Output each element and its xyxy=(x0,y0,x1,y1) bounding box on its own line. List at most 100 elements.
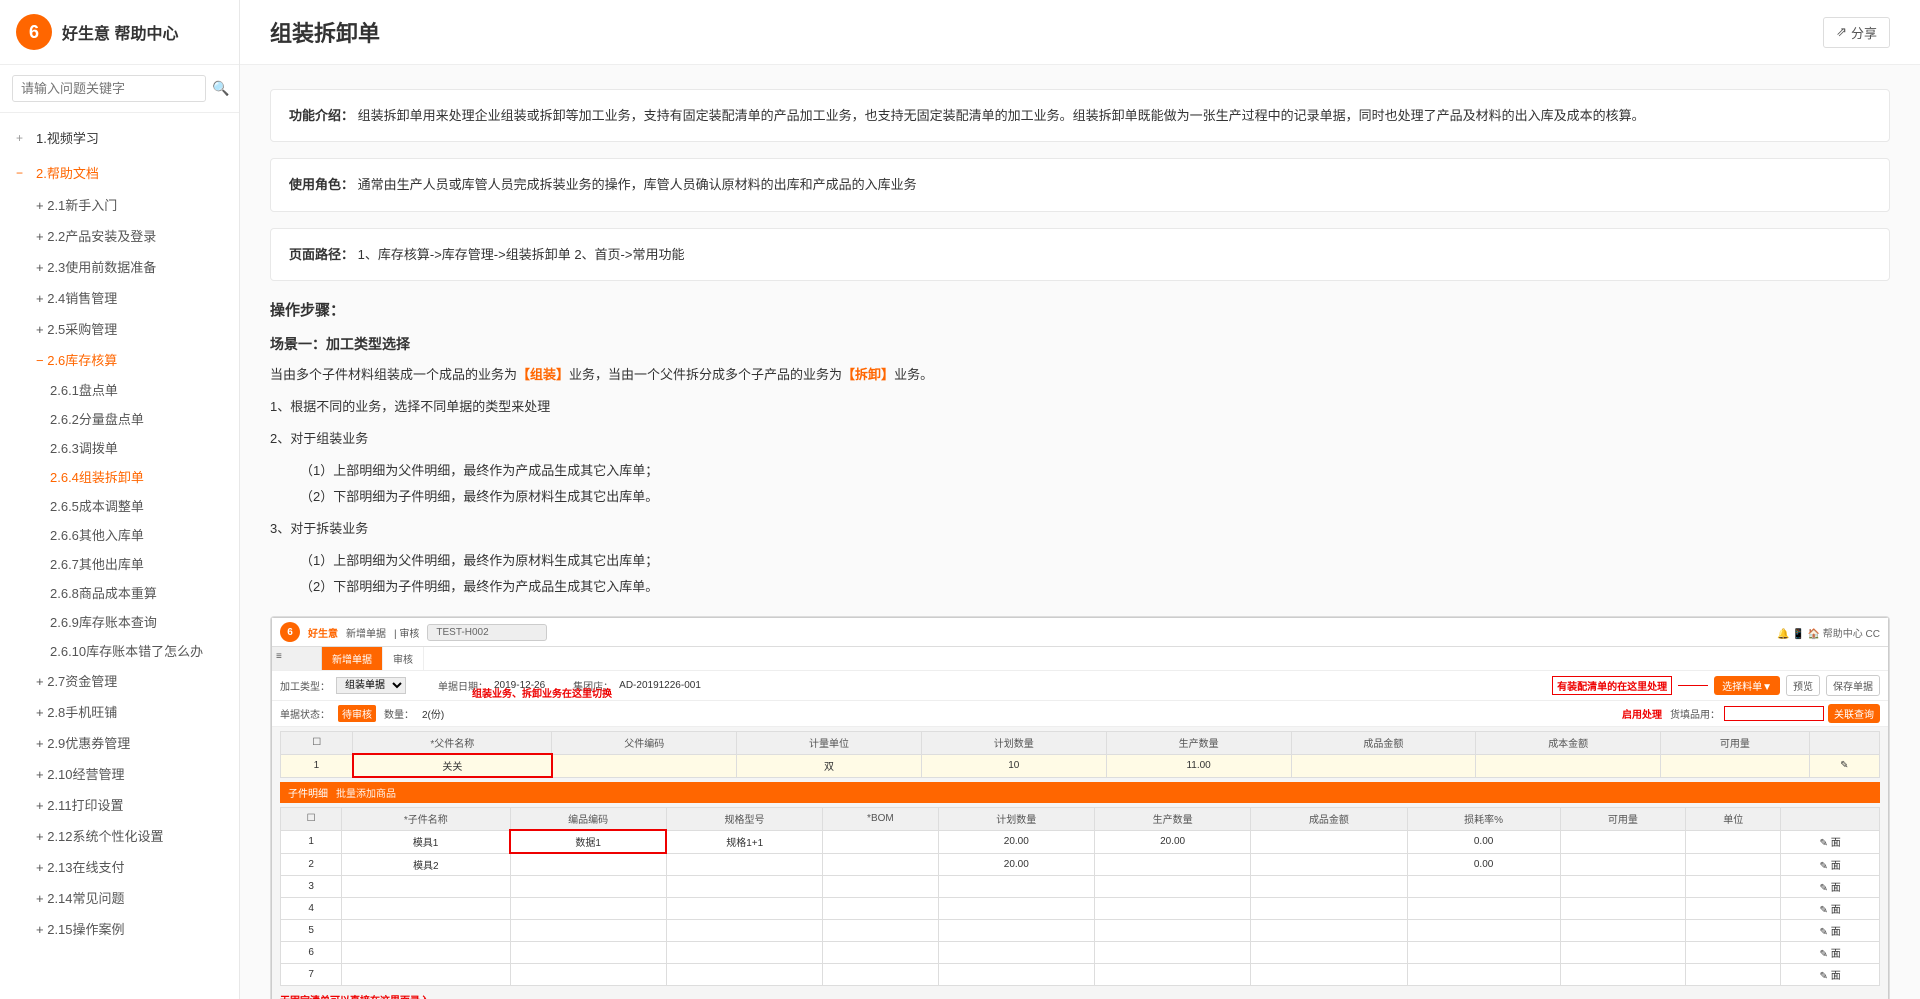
sidebar-item-newuser[interactable]: + 2.1新手入门 xyxy=(0,189,239,220)
table-row: 7✎ 面 xyxy=(281,963,1880,985)
mock-bill-value: AD-20191226-001 xyxy=(619,680,701,691)
mock-save-btn[interactable]: 保存单据 xyxy=(1826,675,1880,696)
sidebar-item-case[interactable]: + 2.15操作案例 xyxy=(0,913,239,944)
screenshot-container: 6 好生意 新增单据 | 审核 TEST-H002 🔔 📱 🏠 帮助中心 CC … xyxy=(270,616,1890,999)
col-product-amt: 成品金额 xyxy=(1291,732,1476,755)
sidebar-item-stocktake[interactable]: 2.6.1盘点单 xyxy=(0,375,239,404)
mock-top-table: ☐ *父件名称 父件编码 计量单位 计划数量 生产数量 成品金额 成本金额 可用… xyxy=(280,731,1880,778)
sidebar-item-label-s2: 2.帮助文档 xyxy=(36,163,99,182)
sidebar-item-cost-adjust[interactable]: 2.6.5成本调整单 xyxy=(0,491,239,520)
sidebar-item-inventory[interactable]: − 2.6库存核算 xyxy=(0,344,239,375)
intro-text: 组装拆卸单用来处理企业组装或拆卸等加工业务，支持有固定装配清单的产品加工业务，也… xyxy=(358,108,1645,123)
path-label: 页面路径： xyxy=(289,247,354,262)
col-plan-qty: 计划数量 xyxy=(921,732,1106,755)
mock-nav: ≡ 新增单据 审核 xyxy=(272,647,1888,671)
annotation1: 有装配清单的在这里处理 xyxy=(1552,676,1672,695)
mock-select-bill-btn[interactable]: 选择料单▼ xyxy=(1714,676,1780,695)
mock-search-row: 货填品用： 关联查询 xyxy=(1670,704,1880,723)
logo-text: 好生意 帮助中心 xyxy=(62,20,178,44)
role-label: 使用角色： xyxy=(289,177,354,192)
col-actions xyxy=(1809,732,1879,755)
mock-icons: 🔔 📱 🏠 帮助中心 CC xyxy=(1777,625,1880,640)
annotation3: 启用处理 xyxy=(1622,706,1662,721)
sidebar-item-faq[interactable]: + 2.14常见问题 xyxy=(0,882,239,913)
role-text: 通常由生产人员或库管人员完成拆装业务的操作，库管人员确认原材料的出库和产成品的入… xyxy=(358,177,917,192)
mock-status-badge: 待审核 xyxy=(338,705,376,722)
sidebar-item-stock-error[interactable]: 2.6.10库存账本错了怎么办 xyxy=(0,636,239,665)
mock-status-label: 单据状态： xyxy=(280,706,330,721)
sidebar-item-partial-stocktake[interactable]: 2.6.2分量盘点单 xyxy=(0,404,239,433)
col-cost-amt: 成本金额 xyxy=(1476,732,1661,755)
table-row: 6✎ 面 xyxy=(281,941,1880,963)
mock-top-table-wrapper: ☐ *父件名称 父件编码 计量单位 计划数量 生产数量 成品金额 成本金额 可用… xyxy=(280,731,1880,778)
sidebar-item-mobile[interactable]: + 2.8手机旺铺 xyxy=(0,696,239,727)
sidebar-item-transfer[interactable]: 2.6.3调拨单 xyxy=(0,433,239,462)
sidebar-item-purchase[interactable]: + 2.5采购管理 xyxy=(0,313,239,344)
table-row: 1 关关 双 10 11.00 ✎ xyxy=(281,754,1880,777)
share-button[interactable]: ⇗ 分享 xyxy=(1823,17,1890,48)
path-text: 1、库存核算->库存管理->组装拆卸单 2、首页->常用功能 xyxy=(358,247,685,262)
mock-sub: | 审核 xyxy=(394,625,419,640)
search-input[interactable] xyxy=(12,75,206,102)
main-content: 组装拆卸单 ⇗ 分享 功能介绍： 组装拆卸单用来处理企业组装或拆卸等加工业务，支… xyxy=(240,0,1920,999)
search-box[interactable]: 🔍 xyxy=(0,65,239,113)
step3-sub1: （1）上部明细为父件明细，最终作为原材料生成其它出库单； xyxy=(300,548,1890,574)
nav-section-docs: − 2.帮助文档 + 2.1新手入门 + 2.2产品安装及登录 + 2.3使用前… xyxy=(0,156,239,944)
mock-preview-btn[interactable]: 预览 xyxy=(1786,675,1820,696)
mock-qty-value: 2(份) xyxy=(422,706,444,721)
sidebar-item-stock-ledger[interactable]: 2.6.9库存账本查询 xyxy=(0,607,239,636)
sidebar-item-other-in[interactable]: 2.6.6其他入库单 xyxy=(0,520,239,549)
mock-app-name: 好生意 xyxy=(308,625,338,640)
intro-label: 功能介绍： xyxy=(289,108,354,123)
sidebar-item-help-docs[interactable]: − 2.帮助文档 xyxy=(0,156,239,189)
scene1-intro: 当由多个子件材料组装成一个成品的业务为【组装】业务，当由一个父件拆分成多个子产品… xyxy=(270,362,1890,388)
sidebar-item-mgmt[interactable]: + 2.10经营管理 xyxy=(0,758,239,789)
main-header: 组装拆卸单 ⇗ 分享 xyxy=(240,0,1920,65)
mock-bottom-table-wrapper: ☐ *子件名称 编品编码 规格型号 *BOM 计划数量 生产数量 成品金额 损耗… xyxy=(280,807,1880,986)
sidebar-item-other-out[interactable]: 2.6.7其他出库单 xyxy=(0,549,239,578)
mock-search-input[interactable] xyxy=(1724,706,1824,721)
mock-bottom-table: ☐ *子件名称 编品编码 规格型号 *BOM 计划数量 生产数量 成品金额 损耗… xyxy=(280,807,1880,986)
table-row: 5✎ 面 xyxy=(281,919,1880,941)
col-prod-qty: 生产数量 xyxy=(1106,732,1291,755)
mock-type-select[interactable]: 组装单据 拆卸单据 xyxy=(336,677,406,694)
table-row: 1 模具1 数据1 规格1+1 20.00 20.00 0.00 xyxy=(281,830,1880,853)
mock-topbar-id: TEST-H002 xyxy=(427,624,547,641)
mock-sidebar-icon: ≡ xyxy=(272,647,322,670)
step2-sub2: （2）下部明细为子件明细，最终作为原材料生成其它出库单。 xyxy=(300,484,1890,510)
table-row: 4✎ 面 xyxy=(281,897,1880,919)
sidebar-item-coupon[interactable]: + 2.9优惠券管理 xyxy=(0,727,239,758)
share-icon: ⇗ xyxy=(1836,24,1847,40)
search-icon[interactable]: 🔍 xyxy=(212,80,229,97)
scene1-title: 场景一：加工类型选择 xyxy=(270,334,1890,354)
step1: 1、根据不同的业务，选择不同单据的类型来处理 xyxy=(270,394,1890,420)
arrow1 xyxy=(1678,685,1708,686)
mock-toolbar2: 单据状态： 待审核 数量： 2(份) 启用处理 货填品用： 关联查询 组装业务、… xyxy=(272,701,1888,727)
step3: 3、对于拆装业务 xyxy=(270,516,1890,542)
sidebar-logo: 6 好生意 帮助中心 xyxy=(0,0,239,65)
sidebar-item-video-learning[interactable]: + 1.视频学习 xyxy=(0,121,239,154)
mock-logo: 6 xyxy=(280,622,300,642)
mock-tab-new: 新增单据 xyxy=(322,647,383,670)
sidebar-item-finance[interactable]: + 2.7资金管理 xyxy=(0,665,239,696)
sidebar-item-label-s1: 1.视频学习 xyxy=(36,128,99,147)
mock-section: 新增单据 xyxy=(346,625,386,640)
annotation2: 组装业务、拆卸业务在这里切换 xyxy=(472,685,612,700)
step2-sub1: （1）上部明细为父件明细，最终作为产成品生成其它入库单； xyxy=(300,458,1890,484)
mock-type-label: 加工类型： xyxy=(280,678,330,693)
sidebar-item-assembly[interactable]: 2.6.4组装拆卸单 xyxy=(0,462,239,491)
sidebar-item-install[interactable]: + 2.2产品安装及登录 xyxy=(0,220,239,251)
col-parent-code: 父件编码 xyxy=(552,732,737,755)
col-parent-name: *父件名称 xyxy=(353,732,552,755)
steps-block: 1、根据不同的业务，选择不同单据的类型来处理 2、对于组装业务 （1）上部明细为… xyxy=(270,394,1890,600)
sidebar-item-payment[interactable]: + 2.13在线支付 xyxy=(0,851,239,882)
sidebar: 6 好生意 帮助中心 🔍 + 1.视频学习 − 2.帮助文档 + 2.1新手入门 xyxy=(0,0,240,999)
sidebar-item-data-prep[interactable]: + 2.3使用前数据准备 xyxy=(0,251,239,282)
sidebar-item-customize[interactable]: + 2.12系统个性化设置 xyxy=(0,820,239,851)
sidebar-item-print[interactable]: + 2.11打印设置 xyxy=(0,789,239,820)
mock-search-btn[interactable]: 关联查询 xyxy=(1828,704,1880,723)
sidebar-item-sales[interactable]: + 2.4销售管理 xyxy=(0,282,239,313)
sidebar-item-cost-recalc[interactable]: 2.6.8商品成本重算 xyxy=(0,578,239,607)
nav-list: + 1.视频学习 − 2.帮助文档 + 2.1新手入门 + 2.2产品安装及登录… xyxy=(0,113,239,999)
step2: 2、对于组装业务 xyxy=(270,426,1890,452)
